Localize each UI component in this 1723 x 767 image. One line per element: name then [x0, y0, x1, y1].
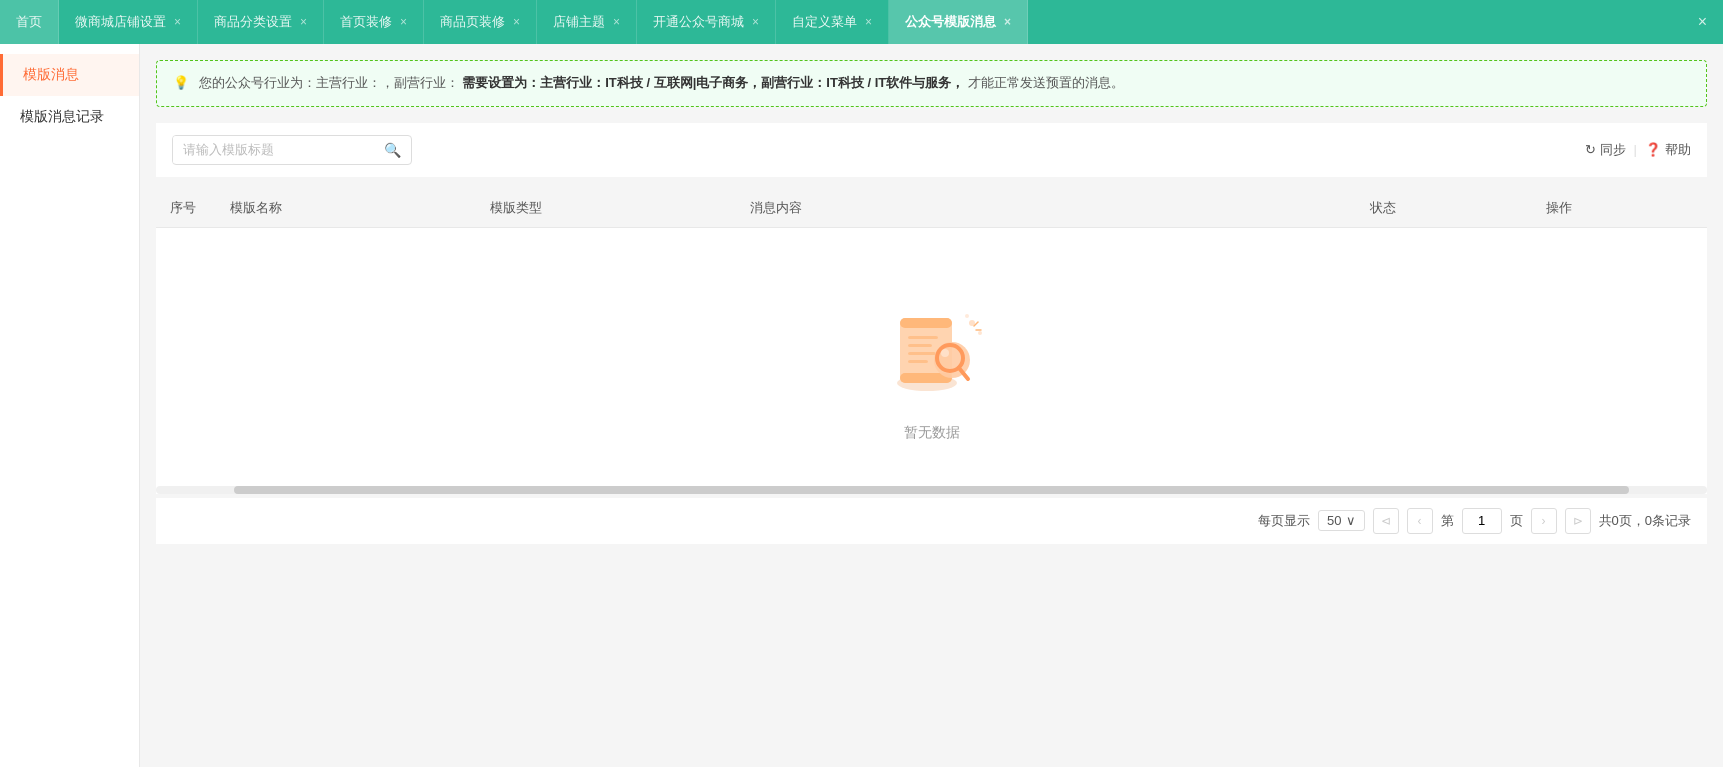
- nav-tab-label: 自定义菜单: [792, 13, 857, 31]
- empty-text: 暂无数据: [156, 424, 1707, 442]
- toolbar-right: ↻ 同步 | ❓ 帮助: [1585, 141, 1691, 159]
- svg-rect-4: [908, 336, 938, 339]
- table-col-type: 模版类型: [476, 189, 736, 228]
- page-number-input[interactable]: [1462, 508, 1502, 534]
- nav-tab-custom-menu[interactable]: 自定义菜单 ×: [776, 0, 889, 44]
- svg-rect-5: [908, 344, 932, 347]
- sidebar: 模版消息模版消息记录: [0, 44, 140, 767]
- page-total: 共0页，0条记录: [1599, 512, 1691, 530]
- page-label: 第: [1441, 512, 1454, 530]
- nav-tab-close-product-decor[interactable]: ×: [513, 15, 520, 29]
- nav-tab-label: 商品页装修: [440, 13, 505, 31]
- lightbulb-icon: 💡: [173, 75, 189, 90]
- nav-tab-product-category[interactable]: 商品分类设置 ×: [198, 0, 324, 44]
- data-table: 序号模版名称模版类型消息内容状态操作: [156, 189, 1707, 482]
- notice-prefix: 您的公众号行业为：主营行业：，副营行业：: [199, 75, 459, 90]
- page-size-dropdown-icon: ∨: [1346, 513, 1356, 528]
- search-button[interactable]: 🔍: [374, 136, 411, 164]
- page-size-label: 每页显示: [1258, 512, 1310, 530]
- prev-page-button[interactable]: ‹: [1407, 508, 1433, 534]
- empty-icon: [872, 288, 992, 408]
- scrollbar-track[interactable]: [156, 486, 1707, 494]
- nav-tab-open-wechat-shop[interactable]: 开通公众号商城 ×: [637, 0, 776, 44]
- nav-tab-label: 微商城店铺设置: [75, 13, 166, 31]
- help-button[interactable]: ❓ 帮助: [1645, 141, 1691, 159]
- notice-suffix: 才能正常发送预置的消息。: [968, 75, 1124, 90]
- nav-tab-product-decor[interactable]: 商品页装修 ×: [424, 0, 537, 44]
- nav-tab-label: 首页装修: [340, 13, 392, 31]
- content-area: 💡 您的公众号行业为：主营行业：，副营行业： 需要设置为：主营行业：IT科技 /…: [140, 44, 1723, 767]
- page-unit-label: 页: [1510, 512, 1523, 530]
- nav-tab-wshop-settings[interactable]: 微商城店铺设置 ×: [59, 0, 198, 44]
- search-icon: 🔍: [384, 142, 401, 158]
- table-col-content: 消息内容: [736, 189, 1356, 228]
- nav-tab-close-product-category[interactable]: ×: [300, 15, 307, 29]
- search-input-wrap: 🔍: [172, 135, 412, 165]
- nav-tab-close-home-decor[interactable]: ×: [400, 15, 407, 29]
- nav-tab-label: 店铺主题: [553, 13, 605, 31]
- help-icon: ❓: [1645, 142, 1661, 157]
- main-layout: 模版消息模版消息记录 💡 您的公众号行业为：主营行业：，副营行业： 需要设置为：…: [0, 44, 1723, 767]
- page-size-value: 50: [1327, 513, 1341, 528]
- sync-button[interactable]: ↻ 同步: [1585, 141, 1626, 159]
- svg-rect-7: [908, 360, 928, 363]
- global-close-button[interactable]: ×: [1682, 13, 1723, 31]
- svg-point-14: [965, 314, 969, 318]
- search-input[interactable]: [173, 136, 374, 163]
- nav-tab-home[interactable]: 首页: [0, 0, 59, 44]
- table-wrap: 序号模版名称模版类型消息内容状态操作: [156, 189, 1707, 494]
- page-size-select[interactable]: 50 ∨: [1318, 510, 1364, 531]
- nav-tab-close-wechat-template[interactable]: ×: [1004, 15, 1011, 29]
- nav-tab-label: 商品分类设置: [214, 13, 292, 31]
- last-page-button[interactable]: ⊳: [1565, 508, 1591, 534]
- nav-tab-close-custom-menu[interactable]: ×: [865, 15, 872, 29]
- sidebar-item-template-record[interactable]: 模版消息记录: [0, 96, 139, 138]
- table-col-action: 操作: [1532, 189, 1707, 228]
- next-page-button[interactable]: ›: [1531, 508, 1557, 534]
- top-nav: 首页微商城店铺设置×商品分类设置×首页装修×商品页装修×店铺主题×开通公众号商城…: [0, 0, 1723, 44]
- table-col-status: 状态: [1356, 189, 1531, 228]
- empty-state: 暂无数据: [156, 228, 1707, 482]
- nav-tab-home-decor[interactable]: 首页装修 ×: [324, 0, 424, 44]
- svg-rect-2: [900, 318, 952, 328]
- first-page-button[interactable]: ⊲: [1373, 508, 1399, 534]
- pagination-bar: 每页显示 50 ∨ ⊲ ‹ 第 页 › ⊳ 共0页，0条记录: [156, 498, 1707, 544]
- table-col-name: 模版名称: [216, 189, 476, 228]
- nav-tab-label: 公众号模版消息: [905, 13, 996, 31]
- divider: |: [1634, 142, 1637, 157]
- svg-point-13: [978, 331, 982, 335]
- nav-tab-close-shop-theme[interactable]: ×: [613, 15, 620, 29]
- search-toolbar: 🔍 ↻ 同步 | ❓ 帮助: [156, 123, 1707, 177]
- nav-tab-shop-theme[interactable]: 店铺主题 ×: [537, 0, 637, 44]
- svg-rect-6: [908, 352, 936, 355]
- table-col-index: 序号: [156, 189, 216, 228]
- sync-icon: ↻: [1585, 142, 1596, 157]
- nav-tab-wechat-template[interactable]: 公众号模版消息 ×: [889, 0, 1028, 44]
- svg-point-11: [941, 349, 949, 357]
- nav-tab-close-wshop-settings[interactable]: ×: [174, 15, 181, 29]
- nav-tab-close-open-wechat-shop[interactable]: ×: [752, 15, 759, 29]
- nav-tab-label: 开通公众号商城: [653, 13, 744, 31]
- notice-box: 💡 您的公众号行业为：主营行业：，副营行业： 需要设置为：主营行业：IT科技 /…: [156, 60, 1707, 107]
- nav-tab-label: 首页: [16, 13, 42, 31]
- sidebar-item-template-msg[interactable]: 模版消息: [0, 54, 139, 96]
- notice-highlight: 需要设置为：主营行业：IT科技 / 互联网|电子商务，副营行业：IT科技 / I…: [462, 75, 964, 90]
- table-header: 序号模版名称模版类型消息内容状态操作: [156, 189, 1707, 228]
- scrollbar-thumb[interactable]: [234, 486, 1630, 494]
